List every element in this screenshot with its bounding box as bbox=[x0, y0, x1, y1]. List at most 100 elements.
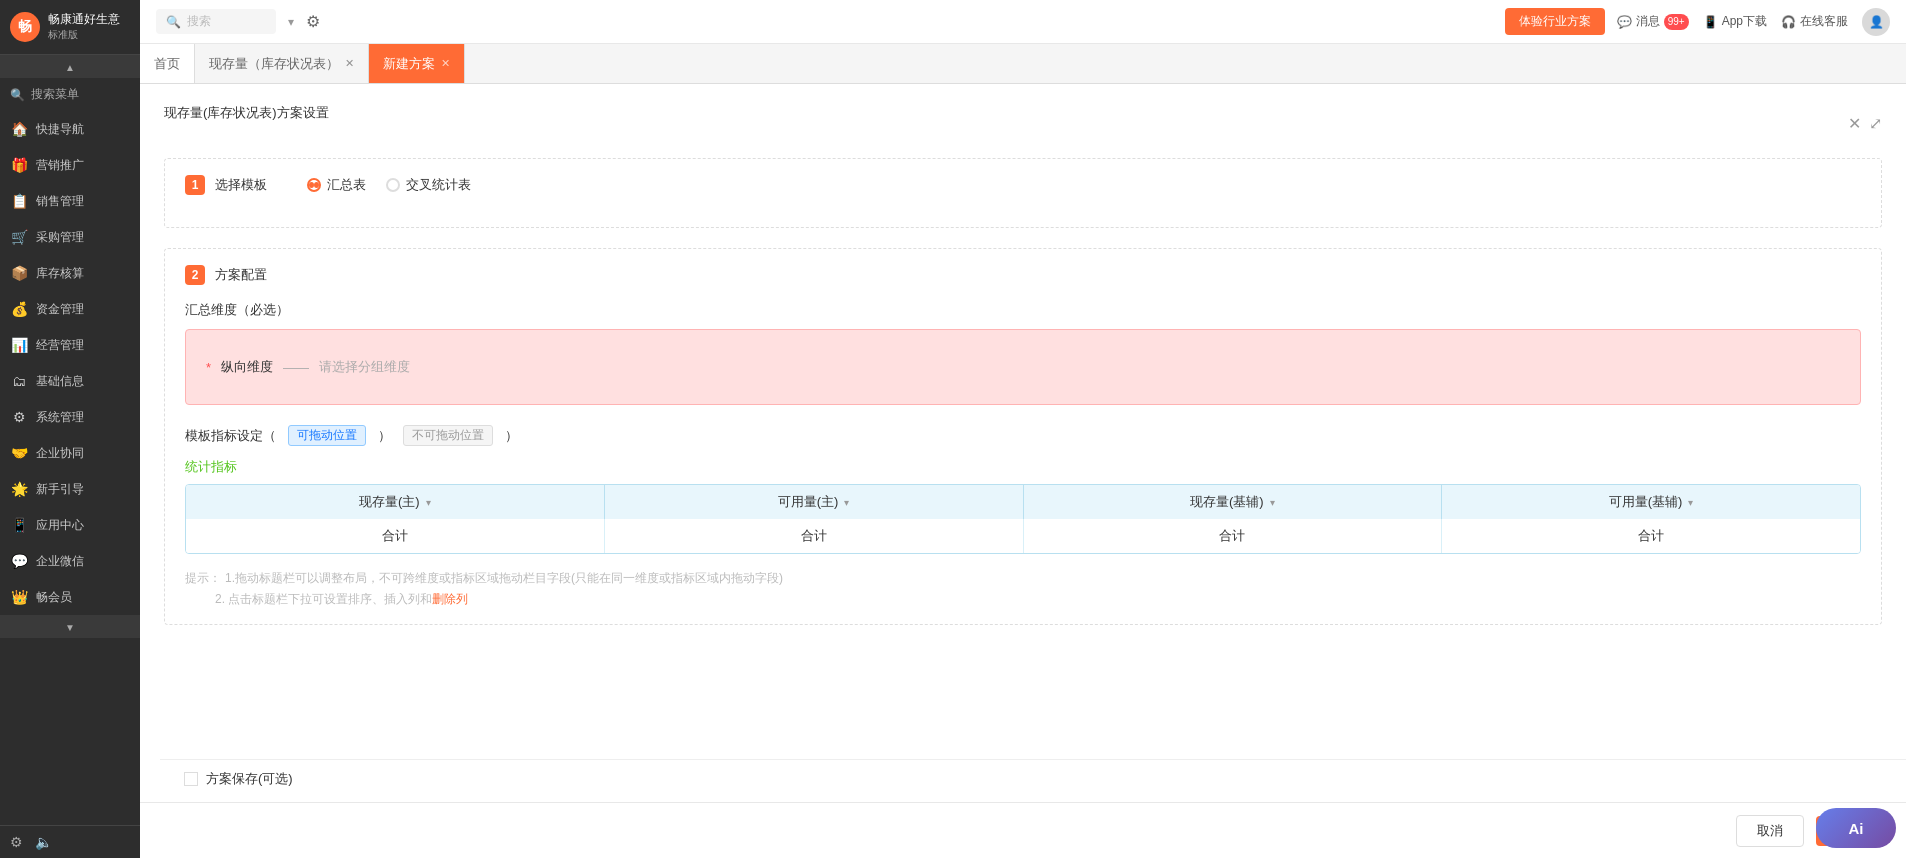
sidebar-search-label: 搜索菜单 bbox=[31, 86, 79, 103]
sidebar-item-operations[interactable]: 📊 经营管理 bbox=[0, 327, 140, 363]
sidebar-item-label: 库存核算 bbox=[36, 265, 84, 282]
sidebar-search-item[interactable]: 🔍 搜索菜单 bbox=[0, 78, 140, 111]
stats-col-3[interactable]: 现存量(基辅) ▾ bbox=[1024, 485, 1443, 519]
ai-bubble[interactable]: Ai bbox=[1816, 808, 1896, 848]
sidebar-bottom: ⚙ 🔈 bbox=[0, 825, 140, 858]
sidebar-item-system[interactable]: ⚙ 系统管理 bbox=[0, 399, 140, 435]
tips-title: 提示： bbox=[185, 570, 221, 587]
section1: 1 选择模板 汇总表 交叉统计表 bbox=[164, 158, 1882, 228]
sidebar-scroll: ▲ 🔍 搜索菜单 🏠 快捷导航 🎁 营销推广 📋 销售管理 🛒 采购管理 📦 库… bbox=[0, 55, 140, 825]
content-inner: 现存量(库存状况表)方案设置 ✕ ⤢ 1 选择模板 汇总表 bbox=[140, 84, 1906, 858]
mobile-icon: 📱 bbox=[1703, 15, 1718, 29]
section2: 2 方案配置 汇总维度（必选） * 纵向维度 —— 请选择分组维度 模板指标设定… bbox=[164, 248, 1882, 625]
speaker-icon[interactable]: 🔈 bbox=[35, 834, 52, 850]
search-icon: 🔍 bbox=[166, 15, 181, 29]
radio-summary-circle bbox=[307, 178, 321, 192]
radio-cross-label: 交叉统计表 bbox=[406, 176, 471, 194]
sidebar-item-label: 畅会员 bbox=[36, 589, 72, 606]
stats-cell-1-4: 合计 bbox=[1442, 519, 1860, 553]
section2-title: 方案配置 bbox=[215, 266, 267, 284]
sidebar-item-sales[interactable]: 📋 销售管理 bbox=[0, 183, 140, 219]
sidebar-item-basic-info[interactable]: 🗂 基础信息 bbox=[0, 363, 140, 399]
app-download-item[interactable]: 📱 App下载 bbox=[1703, 13, 1767, 30]
stats-col-4[interactable]: 可用量(基辅) ▾ bbox=[1442, 485, 1860, 519]
online-support-item[interactable]: 🎧 在线客服 bbox=[1781, 13, 1848, 30]
sidebar-item-label: 销售管理 bbox=[36, 193, 84, 210]
section2-num: 2 bbox=[185, 265, 205, 285]
stats-cell-1-3: 合计 bbox=[1024, 519, 1443, 553]
scroll-up-btn[interactable]: ▲ bbox=[0, 55, 140, 78]
inventory-status-tab-close[interactable]: ✕ bbox=[345, 57, 354, 70]
cooperation-icon: 🤝 bbox=[10, 444, 28, 462]
sidebar-item-finance[interactable]: 💰 资金管理 bbox=[0, 291, 140, 327]
topbar-search[interactable]: 🔍 搜索 bbox=[156, 9, 276, 34]
sidebar-item-member[interactable]: 👑 畅会员 bbox=[0, 579, 140, 615]
dimension-box: * 纵向维度 —— 请选择分组维度 bbox=[185, 329, 1861, 405]
logo-text: 畅康通好生意 bbox=[48, 12, 120, 28]
cancel-button[interactable]: 取消 bbox=[1736, 815, 1804, 847]
wechat-icon: 💬 bbox=[10, 552, 28, 570]
stats-label: 统计指标 bbox=[185, 458, 1861, 476]
close-page-icon[interactable]: ✕ bbox=[1848, 114, 1861, 133]
save-option: 方案保存(可选) bbox=[160, 759, 1906, 798]
sidebar-item-inventory[interactable]: 📦 库存核算 bbox=[0, 255, 140, 291]
save-checkbox[interactable] bbox=[184, 772, 198, 786]
stats-col-3-arrow: ▾ bbox=[1270, 497, 1275, 508]
trial-btn[interactable]: 体验行业方案 bbox=[1505, 8, 1605, 35]
user-avatar[interactable]: 👤 bbox=[1862, 8, 1890, 36]
topbar: 🔍 搜索 ▾ ⚙ 体验行业方案 💬 消息 99+ 📱 App下载 🎧 在线客服 … bbox=[140, 0, 1906, 44]
msg-item[interactable]: 💬 消息 99+ bbox=[1617, 13, 1689, 30]
scroll-down-btn[interactable]: ▼ bbox=[0, 615, 140, 638]
app-download-label: App下载 bbox=[1722, 13, 1767, 30]
dim-placeholder: 请选择分组维度 bbox=[319, 358, 410, 376]
search-placeholder: 搜索 bbox=[187, 13, 211, 30]
logo-icon: 畅 bbox=[10, 12, 40, 42]
required-star: * bbox=[206, 360, 211, 375]
badge-draggable: 可拖动位置 bbox=[288, 425, 366, 446]
sidebar-item-purchase[interactable]: 🛒 采购管理 bbox=[0, 219, 140, 255]
topbar-gear-icon[interactable]: ⚙ bbox=[306, 12, 320, 31]
stats-section: 统计指标 现存量(主) ▾ 可用量(主) ▾ bbox=[185, 458, 1861, 554]
dim-divider: —— bbox=[283, 360, 309, 375]
purchase-icon: 🛒 bbox=[10, 228, 28, 246]
tab-home[interactable]: 首页 bbox=[140, 44, 195, 83]
sidebar-item-label: 营销推广 bbox=[36, 157, 84, 174]
settings-icon[interactable]: ⚙ bbox=[10, 834, 23, 850]
stats-col-1[interactable]: 现存量(主) ▾ bbox=[186, 485, 605, 519]
action-bar: 取消 查询 bbox=[140, 802, 1906, 858]
indicator-settings-label: 模板指标设定（ bbox=[185, 427, 276, 445]
tab-inventory-status[interactable]: 现存量（库存状况表） ✕ bbox=[195, 44, 369, 83]
sidebar-item-app-center[interactable]: 📱 应用中心 bbox=[0, 507, 140, 543]
ai-label: Ai bbox=[1849, 820, 1864, 837]
tips-section: 提示： 1.拖动标题栏可以调整布局，不可跨维度或指标区域拖动栏目字段(只能在同一… bbox=[185, 570, 1861, 608]
new-plan-tab-close[interactable]: ✕ bbox=[441, 57, 450, 70]
sidebar-item-marketing[interactable]: 🎁 营销推广 bbox=[0, 147, 140, 183]
tab-new-plan[interactable]: 新建方案 ✕ bbox=[369, 44, 465, 83]
stats-col-2-arrow: ▾ bbox=[844, 497, 849, 508]
basic-info-icon: 🗂 bbox=[10, 372, 28, 390]
radio-cross[interactable]: 交叉统计表 bbox=[386, 176, 471, 194]
gift-icon: 🎁 bbox=[10, 156, 28, 174]
msg-badge: 99+ bbox=[1664, 14, 1689, 30]
sidebar-item-wechat[interactable]: 💬 企业微信 bbox=[0, 543, 140, 579]
tips-delete-link[interactable]: 删除列 bbox=[432, 592, 468, 606]
badge-not-draggable: 不可拖动位置 bbox=[403, 425, 493, 446]
home-icon: 🏠 bbox=[10, 120, 28, 138]
member-icon: 👑 bbox=[10, 588, 28, 606]
sidebar-item-cooperation[interactable]: 🤝 企业协同 bbox=[0, 435, 140, 471]
stats-col-4-label: 可用量(基辅) bbox=[1609, 493, 1683, 511]
inventory-status-tab-label: 现存量（库存状况表） bbox=[209, 55, 339, 73]
sidebar-item-label: 资金管理 bbox=[36, 301, 84, 318]
sidebar-item-label: 新手引导 bbox=[36, 481, 84, 498]
sidebar-item-newbie[interactable]: 🌟 新手引导 bbox=[0, 471, 140, 507]
sidebar-item-label: 采购管理 bbox=[36, 229, 84, 246]
sidebar-item-quick-nav[interactable]: 🏠 快捷导航 bbox=[0, 111, 140, 147]
topbar-right: 💬 消息 99+ 📱 App下载 🎧 在线客服 👤 bbox=[1617, 8, 1890, 36]
stats-cell-1-1: 合计 bbox=[186, 519, 605, 553]
sidebar-item-label: 快捷导航 bbox=[36, 121, 84, 138]
stats-col-2[interactable]: 可用量(主) ▾ bbox=[605, 485, 1024, 519]
radio-summary[interactable]: 汇总表 bbox=[307, 176, 366, 194]
operations-icon: 📊 bbox=[10, 336, 28, 354]
topbar-dropdown-icon[interactable]: ▾ bbox=[288, 15, 294, 29]
expand-page-icon[interactable]: ⤢ bbox=[1869, 114, 1882, 133]
